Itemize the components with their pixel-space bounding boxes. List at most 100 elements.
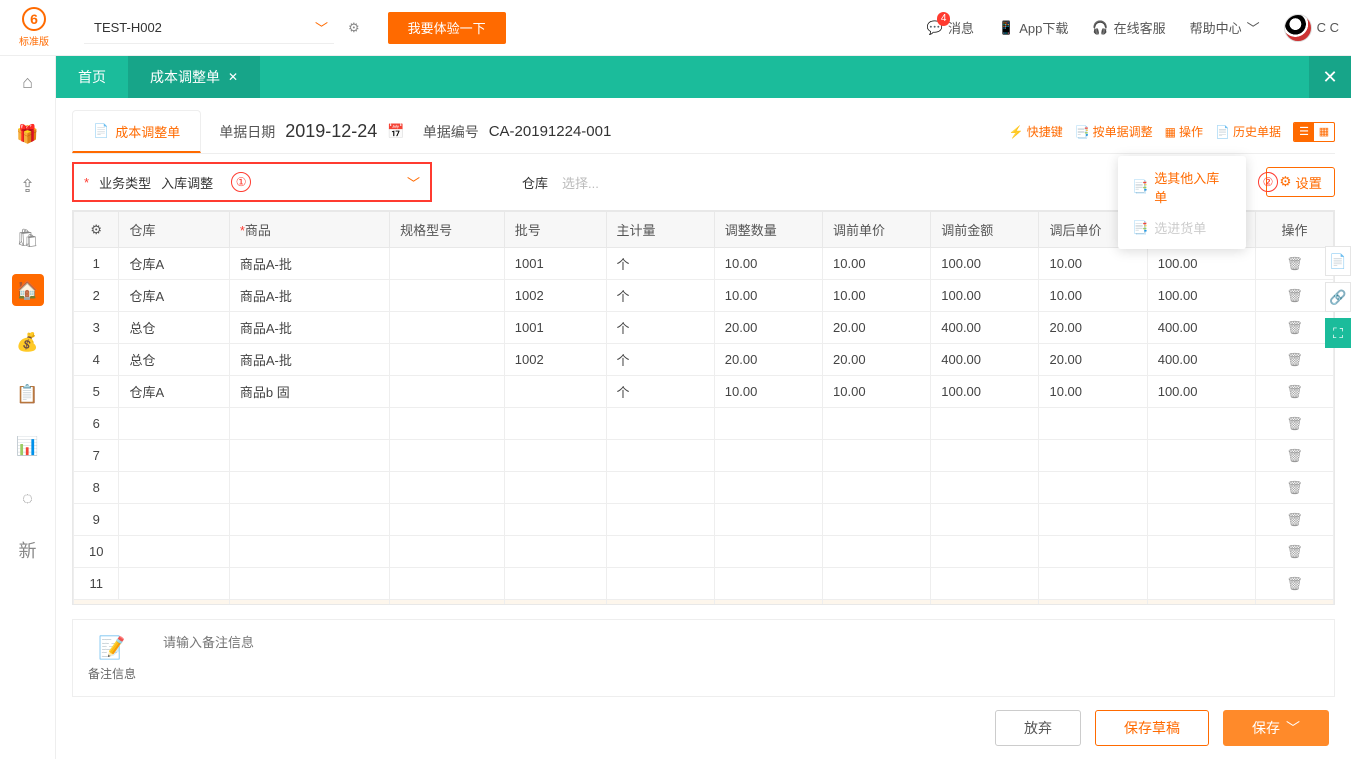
- logo-icon: 6: [22, 7, 46, 31]
- phone-icon: 📱: [998, 20, 1014, 36]
- gear-column[interactable]: ⚙: [74, 212, 119, 248]
- side-nav: ⌂ 🎁 ⇪ 🛍 🏠 💰 📋 📊 ◌ 新: [0, 56, 56, 759]
- nav-home-icon[interactable]: ⌂: [12, 66, 44, 98]
- trash-icon[interactable]: 🗑: [1286, 384, 1303, 399]
- close-all-tabs[interactable]: ✕: [1309, 56, 1351, 98]
- logo-subtext: 标准版: [19, 33, 49, 48]
- top-right-nav: 💬 消息 4 📱 App下载 🎧 在线客服 帮助中心 ﹀ C C: [927, 14, 1339, 42]
- table-row[interactable]: 4总仓商品A-批1002个20.0020.00400.0020.00400.00…: [74, 344, 1334, 376]
- save-draft-button[interactable]: 保存草稿: [1095, 710, 1209, 746]
- gear-icon[interactable]: ⚙: [348, 20, 360, 36]
- list-view-icon[interactable]: ☰: [1294, 123, 1314, 141]
- rail-expand-icon[interactable]: ⛶: [1325, 318, 1351, 348]
- table-row[interactable]: 6🗑: [74, 408, 1334, 440]
- chevron-down-icon: ﹀: [1286, 718, 1300, 738]
- shortcut-link[interactable]: ⚡快捷键: [1009, 123, 1063, 140]
- doc-icon: 📑: [1132, 179, 1148, 195]
- remarks-label: 📝 备注信息: [73, 620, 151, 696]
- chevron-down-icon: ﹀: [1247, 18, 1260, 37]
- table-row[interactable]: 10🗑: [74, 536, 1334, 568]
- grid-icon: ▦: [1165, 125, 1176, 139]
- app-download-link[interactable]: 📱 App下载: [998, 18, 1068, 37]
- nav-doc-icon[interactable]: 📋: [12, 378, 44, 410]
- trash-icon[interactable]: 🗑: [1286, 448, 1303, 463]
- annotation-1: ①: [231, 172, 251, 192]
- cancel-button[interactable]: 放弃: [995, 710, 1081, 746]
- org-name: TEST-H002: [94, 20, 162, 35]
- trash-icon[interactable]: 🗑: [1286, 512, 1303, 527]
- chevron-down-icon: ﹀: [315, 18, 328, 37]
- avatar: [1284, 14, 1312, 42]
- tab-home[interactable]: 首页: [56, 56, 128, 98]
- org-selector[interactable]: TEST-H002 ﹀: [84, 12, 334, 44]
- col-spec[interactable]: 规格型号: [390, 212, 505, 248]
- table-row[interactable]: 5仓库A商品b 固个10.0010.00100.0010.00100.00🗑: [74, 376, 1334, 408]
- col-op[interactable]: 操作: [1255, 212, 1333, 248]
- table-row[interactable]: 1仓库A商品A-批1001个10.0010.00100.0010.00100.0…: [74, 248, 1334, 280]
- view-toggle[interactable]: ☰ ▦: [1293, 122, 1335, 142]
- tab-cost-adjust[interactable]: 成本调整单 ✕: [128, 56, 260, 98]
- business-type-select[interactable]: * 业务类型 入库调整 ① ﹀: [72, 162, 432, 202]
- table-row[interactable]: 8🗑: [74, 472, 1334, 504]
- doc-date: 单据日期 2019-12-24 📅: [219, 121, 405, 142]
- trash-icon[interactable]: 🗑: [1286, 352, 1303, 367]
- nav-warehouse-icon[interactable]: 🏠: [12, 274, 44, 306]
- doc-number: 单据编号 CA-20191224-001: [423, 122, 612, 142]
- annotation-2: ②: [1258, 172, 1278, 192]
- col-pprice[interactable]: 调前单价: [823, 212, 931, 248]
- help-link[interactable]: 帮助中心 ﹀: [1190, 18, 1260, 37]
- user-menu[interactable]: C C: [1284, 14, 1339, 42]
- col-warehouse[interactable]: 仓库: [119, 212, 229, 248]
- close-icon[interactable]: ✕: [228, 70, 238, 84]
- rail-link-icon[interactable]: 🔗: [1325, 282, 1351, 312]
- table-row[interactable]: 7🗑: [74, 440, 1334, 472]
- select-other-inbound[interactable]: 📑 选其他入库单: [1118, 162, 1246, 212]
- col-qty[interactable]: 调整数量: [714, 212, 822, 248]
- doc-title-tab[interactable]: 📄 成本调整单: [72, 110, 201, 153]
- service-link[interactable]: 🎧 在线客服: [1092, 18, 1165, 37]
- col-pamt[interactable]: 调前金额: [931, 212, 1039, 248]
- subtotal-row: 小计 70.00 1100.00 1100.00: [74, 600, 1334, 606]
- rail-note-icon[interactable]: 📄: [1325, 246, 1351, 276]
- nav-report-icon[interactable]: 📊: [12, 430, 44, 462]
- trash-icon[interactable]: 🗑: [1286, 480, 1303, 495]
- nav-ring-icon[interactable]: ◌: [12, 482, 44, 514]
- try-button[interactable]: 我要体验一下: [388, 12, 506, 44]
- history-link[interactable]: 📄历史单据: [1215, 123, 1281, 140]
- table-row[interactable]: 11🗑: [74, 568, 1334, 600]
- messages-link[interactable]: 💬 消息 4: [927, 18, 974, 37]
- filter-row: * 业务类型 入库调整 ① ﹀ 仓库 选择... ⚙ 设置 📑: [72, 154, 1335, 210]
- table-row[interactable]: 2仓库A商品A-批1002个10.0010.00100.0010.00100.0…: [74, 280, 1334, 312]
- col-product[interactable]: *商品: [229, 212, 389, 248]
- grid-view-icon[interactable]: ▦: [1314, 123, 1334, 141]
- remarks-input[interactable]: [151, 620, 1334, 696]
- data-table: ⚙ 仓库 *商品 规格型号 批号 主计量 调整数量 调前单价 调前金额 调后单价…: [72, 210, 1335, 605]
- history-icon: 📄: [1215, 125, 1230, 139]
- table-row[interactable]: 9🗑: [74, 504, 1334, 536]
- by-doc-link[interactable]: 📑按单据调整: [1075, 123, 1153, 140]
- trash-icon[interactable]: 🗑: [1286, 288, 1303, 303]
- trash-icon[interactable]: 🗑: [1286, 256, 1303, 271]
- warehouse-select[interactable]: 仓库 选择...: [522, 173, 599, 192]
- col-batch[interactable]: 批号: [504, 212, 606, 248]
- doc-tools: ⚡快捷键 📑按单据调整 ▦操作 📄历史单据 ☰ ▦: [1009, 122, 1335, 142]
- save-button[interactable]: 保存 ﹀: [1223, 710, 1329, 746]
- nav-new-icon[interactable]: 新: [12, 534, 44, 566]
- bolt-icon: ⚡: [1009, 125, 1024, 139]
- trash-icon[interactable]: 🗑: [1286, 544, 1303, 559]
- calendar-icon[interactable]: 📅: [387, 123, 404, 140]
- col-unit[interactable]: 主计量: [606, 212, 714, 248]
- nav-bag-icon[interactable]: 🛍: [12, 222, 44, 254]
- nav-money-icon[interactable]: 💰: [12, 326, 44, 358]
- doc-date-value[interactable]: 2019-12-24: [285, 121, 377, 142]
- headset-icon: 🎧: [1092, 20, 1108, 36]
- trash-icon[interactable]: 🗑: [1286, 320, 1303, 335]
- nav-up-icon[interactable]: ⇪: [12, 170, 44, 202]
- tab-bar: 首页 成本调整单 ✕ ✕: [56, 56, 1351, 98]
- select-purchase-doc[interactable]: 📑 选进货单: [1118, 212, 1246, 243]
- table-row[interactable]: 3总仓商品A-批1001个20.0020.00400.0020.00400.00…: [74, 312, 1334, 344]
- trash-icon[interactable]: 🗑: [1286, 576, 1303, 591]
- trash-icon[interactable]: 🗑: [1286, 416, 1303, 431]
- nav-gift-icon[interactable]: 🎁: [12, 118, 44, 150]
- ops-link[interactable]: ▦操作: [1165, 123, 1203, 140]
